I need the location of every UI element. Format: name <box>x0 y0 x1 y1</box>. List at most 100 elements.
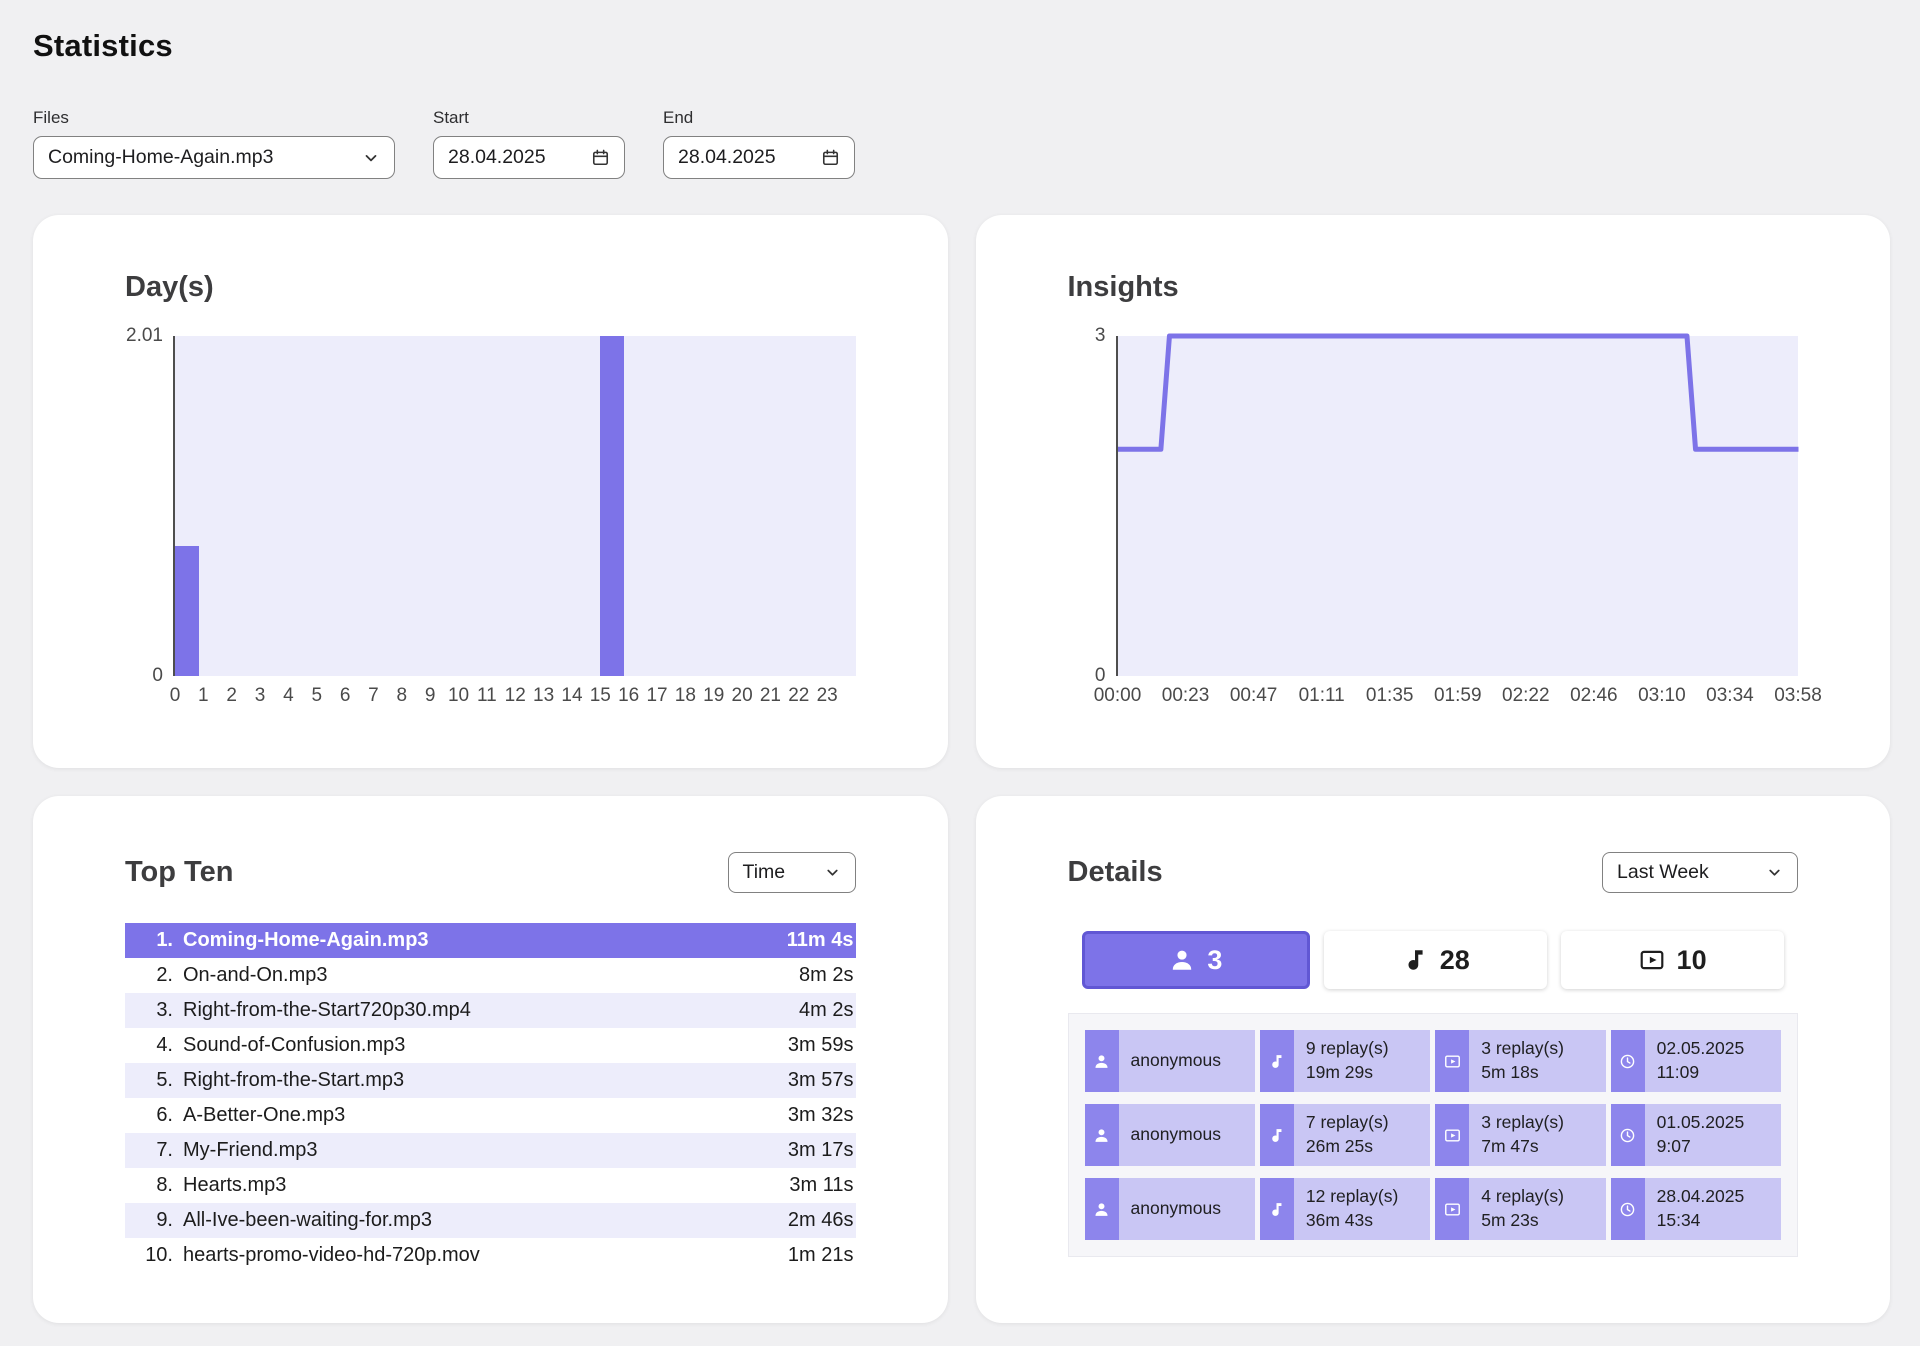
cell-line: 4 replay(s) <box>1481 1186 1564 1207</box>
top-ten-row[interactable]: 8. Hearts.mp3 3m 11s <box>125 1168 856 1203</box>
details-title: Details <box>1067 856 1163 888</box>
date-cell: 01.05.2025 9:07 <box>1610 1104 1781 1166</box>
days-x-tick-label: 11 <box>477 685 497 706</box>
cell-content: 01.05.2025 9:07 <box>1644 1104 1781 1166</box>
cell-line: 28.04.2025 <box>1656 1186 1745 1207</box>
audio-replays-cell: 7 replay(s) 26m 25s <box>1259 1104 1431 1166</box>
user-icon <box>1084 1178 1119 1240</box>
insights-x-tick-label: 00:23 <box>1161 685 1210 706</box>
top-ten-row[interactable]: 9. All-Ive-been-waiting-for.mp3 2m 46s <box>125 1203 856 1238</box>
bar-hour-15 <box>600 336 625 676</box>
cell-content: anonymous <box>1118 1178 1255 1240</box>
days-x-tick-label: 16 <box>618 685 640 706</box>
stat-count: 10 <box>1676 944 1707 975</box>
film-icon <box>1435 1104 1470 1166</box>
top-ten-card: Top Ten Time 1. Coming-Home-Again.mp3 11m … <box>33 796 948 1323</box>
end-date-value: 28.04.2025 <box>678 146 776 168</box>
end-date-label: End <box>663 108 694 127</box>
insights-x-tick-label: 00:00 <box>1093 685 1142 706</box>
top-ten-row[interactable]: 3. Right-from-the-Start720p30.mp4 4m 2s <box>125 993 856 1028</box>
stat-tab-film[interactable]: 10 <box>1561 931 1784 989</box>
days-x-tick-label: 3 <box>254 685 266 706</box>
cell-line: 01.05.2025 <box>1656 1112 1745 1133</box>
insights-plot: 00:00 00:23 00:47 01:11 01:35 01:59 02:22 02:46… <box>1094 336 1822 706</box>
play-time: 1m 21s <box>787 1244 854 1266</box>
file-name: Right-from-the-Start.mp3 <box>183 1069 405 1091</box>
file-name: Hearts.mp3 <box>183 1174 287 1196</box>
stat-tab-music-note[interactable]: 28 <box>1324 931 1548 989</box>
calendar-icon <box>591 148 610 167</box>
cell-line: 7 replay(s) <box>1305 1112 1389 1133</box>
details-table: anonymous 9 replay(s) 19m 29s 3 replay(s) 5m… <box>1067 1013 1798 1257</box>
play-time: 2m 46s <box>787 1209 854 1231</box>
stat-tab-user[interactable]: 3 <box>1081 931 1311 989</box>
days-x-tick-label: 4 <box>283 685 294 706</box>
date-cell: 02.05.2025 11:09 <box>1610 1030 1781 1092</box>
cell-content: 7 replay(s) 26m 25s <box>1293 1104 1431 1166</box>
top-ten-row[interactable]: 10. hearts-promo-video-hd-720p.mov 1m 21s <box>125 1238 856 1273</box>
audio-replays-cell: 12 replay(s) 36m 43s <box>1259 1178 1431 1240</box>
cell-line: 36m 43s <box>1305 1210 1373 1230</box>
cell-content: anonymous <box>1118 1030 1255 1092</box>
top-ten-row[interactable]: 1. Coming-Home-Again.mp3 11m 4s <box>125 923 856 958</box>
top-ten-row[interactable]: 5. Right-from-the-Start.mp3 3m 57s <box>125 1063 856 1098</box>
film-icon <box>1639 947 1665 973</box>
rank-label: 6. <box>156 1104 173 1126</box>
days-chart: 2.01 0 0 1 2 3 4 5 6 7 8 9 10 11 12 13 14 15 16 17 18 19 20 2… <box>125 325 856 706</box>
top-ten-row[interactable]: 6. A-Better-One.mp3 3m 32s <box>125 1098 856 1133</box>
days-x-tick-label: 7 <box>368 685 379 706</box>
cell-line: 9 replay(s) <box>1305 1038 1389 1059</box>
rank-label: 9. <box>156 1209 173 1231</box>
page-title: Statistics <box>33 28 173 63</box>
user-cell: anonymous <box>1084 1030 1255 1092</box>
cards-grid: Day(s) 2.01 0 0 1 2 3 4 5 6 7 8 9 10 11 12 13 14 15 16 17… <box>33 215 1890 1323</box>
files-select[interactable]: Coming-Home-Again.mp3 <box>33 136 395 179</box>
top-ten-row[interactable]: 7. My-Friend.mp3 3m 17s <box>125 1133 856 1168</box>
days-x-tick-label: 2 <box>226 685 237 706</box>
insights-x-tick-label: 01:59 <box>1433 685 1482 706</box>
video-replays-cell: 3 replay(s) 5m 18s <box>1435 1030 1606 1092</box>
date-cell: 28.04.2025 15:34 <box>1610 1178 1781 1240</box>
cell-content: 9 replay(s) 19m 29s <box>1293 1030 1431 1092</box>
play-time: 3m 59s <box>787 1034 854 1056</box>
user-icon <box>1084 1104 1119 1166</box>
cell-line: 11:09 <box>1656 1062 1700 1082</box>
top-ten-sort-select[interactable]: Time <box>727 852 856 893</box>
top-ten-header: Top Ten Time <box>125 852 856 893</box>
end-date-input[interactable]: 28.04.2025 <box>663 136 855 179</box>
cell-line: 7m 47s <box>1481 1136 1539 1156</box>
file-name: Right-from-the-Start720p30.mp4 <box>183 999 471 1021</box>
days-x-tick-label: 10 <box>447 685 470 706</box>
days-x-tick-label: 9 <box>424 685 436 706</box>
statistics-page: Statistics Files Coming-Home-Again.mp3 S… <box>0 0 1920 1343</box>
days-x-tick-label: 14 <box>561 685 583 706</box>
clock-icon <box>1610 1178 1645 1240</box>
stat-count: 3 <box>1207 944 1223 975</box>
end-date-field: End 28.04.2025 <box>663 108 855 179</box>
top-ten-list: 1. Coming-Home-Again.mp3 11m 4s 2. On-and-On… <box>125 923 856 1273</box>
file-name: hearts-promo-video-hd-720p.mov <box>183 1244 480 1266</box>
days-card-title: Day(s) <box>125 271 214 303</box>
details-range-select[interactable]: Last Week <box>1602 852 1798 893</box>
files-select-value: Coming-Home-Again.mp3 <box>48 146 274 168</box>
cell-line: 5m 18s <box>1481 1062 1539 1082</box>
cell-line: 9:07 <box>1656 1136 1691 1156</box>
insights-x-tick-label: 03:34 <box>1706 685 1754 706</box>
top-ten-row[interactable]: 4. Sound-of-Confusion.mp3 3m 59s <box>125 1028 856 1063</box>
start-date-input[interactable]: 28.04.2025 <box>433 136 625 179</box>
rank-label: 8. <box>156 1174 173 1196</box>
cell-line: 26m 25s <box>1305 1136 1373 1156</box>
file-name: Sound-of-Confusion.mp3 <box>183 1034 406 1056</box>
cell-line: 12 replay(s) <box>1305 1186 1399 1207</box>
clock-icon <box>1610 1030 1645 1092</box>
cell-line: 5m 23s <box>1481 1210 1539 1230</box>
play-time: 3m 17s <box>787 1139 854 1161</box>
details-row: anonymous 9 replay(s) 19m 29s 3 replay(s) 5m… <box>1084 1030 1781 1092</box>
cell-content: 3 replay(s) 5m 18s <box>1469 1030 1606 1092</box>
days-x-tick-label: 18 <box>674 685 696 706</box>
days-y-min-label: 0 <box>152 665 163 686</box>
top-ten-row[interactable]: 2. On-and-On.mp3 8m 2s <box>125 958 856 993</box>
bar-hour-0 <box>175 545 199 676</box>
chevron-down-icon <box>362 149 380 167</box>
details-stat-tabs: 3 28 10 <box>1081 931 1785 989</box>
